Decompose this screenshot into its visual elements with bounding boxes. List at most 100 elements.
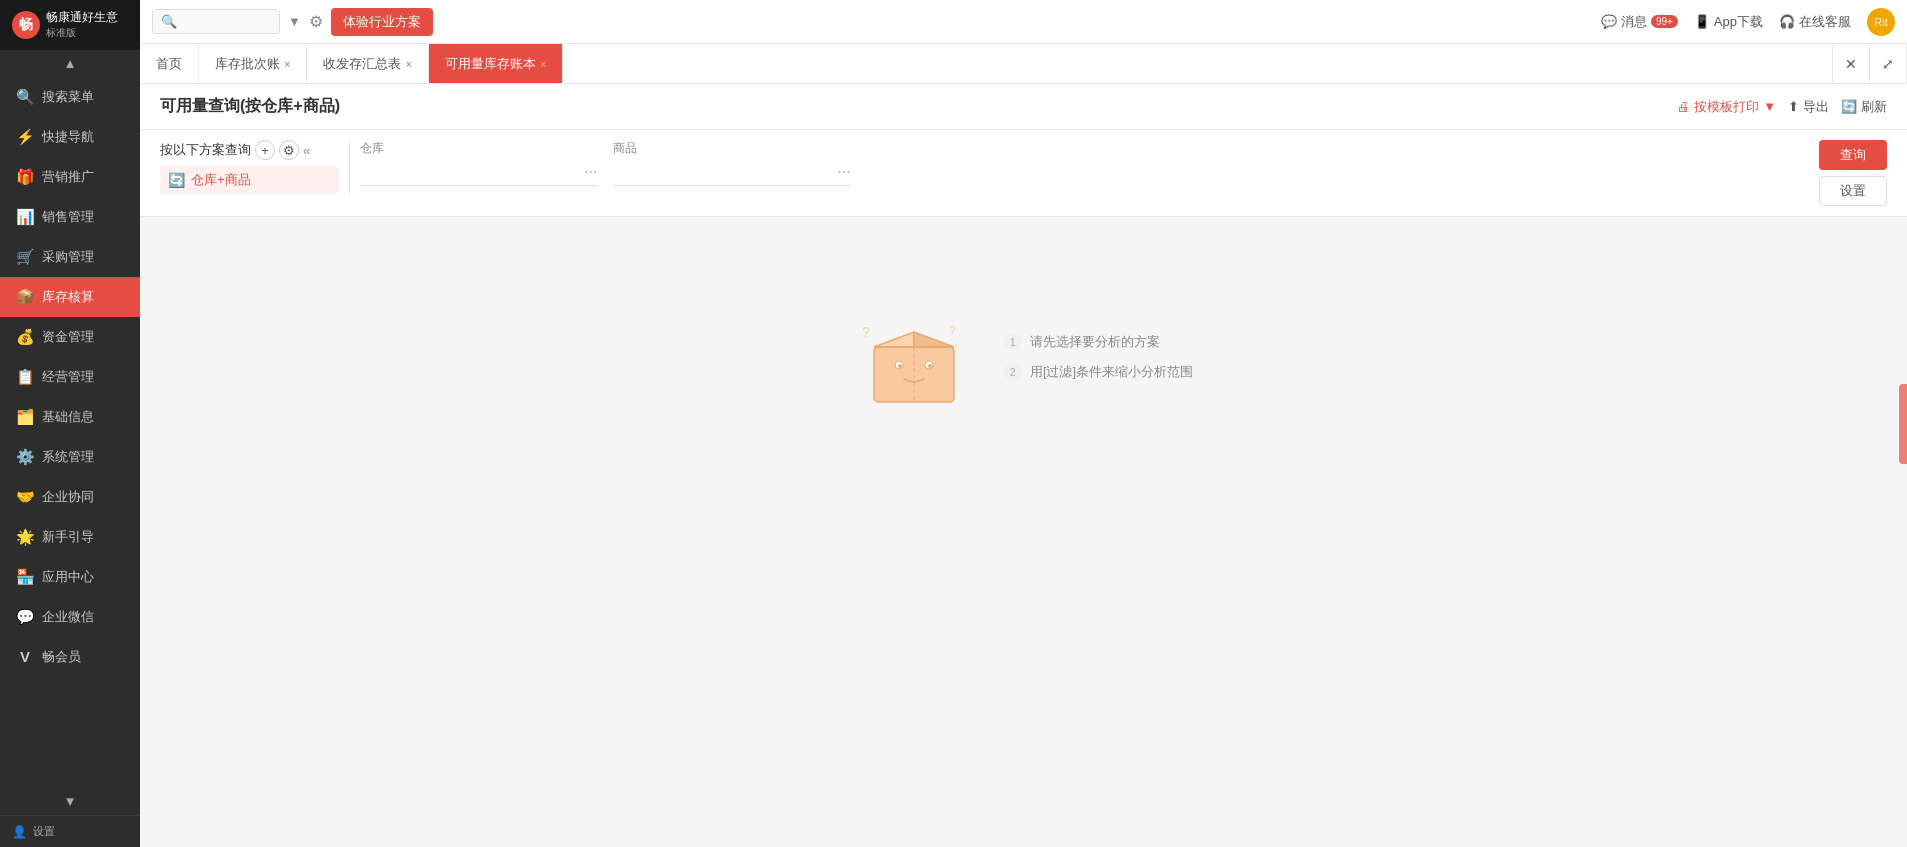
printer-icon: 🖨 [1677,99,1690,114]
right-scrollbar[interactable] [1899,384,1907,464]
sidebar-item-marketing[interactable]: 🎁 营销推广 [0,157,140,197]
page-content: 可用量查询(按仓库+商品) 🖨 按模板打印 ▼ ⬆ 导出 🔄 刷新 [140,84,1907,847]
add-scheme-button[interactable]: + [255,140,275,160]
empty-tip-2: 2 用[过滤]条件来缩小分析范围 [1004,363,1193,381]
app-label: App下载 [1714,13,1763,31]
sidebar-item-inventory[interactable]: 📦 库存核算 [0,277,140,317]
tab-available-label: 可用量库存账本 [445,55,536,73]
filter-actions: 查询 设置 [1819,140,1887,206]
expand-button[interactable]: ⤢ [1870,44,1907,83]
sidebar-item-label: 库存核算 [42,288,94,306]
sidebar-item-sales[interactable]: 📊 销售管理 [0,197,140,237]
sidebar-item-system[interactable]: ⚙️ 系统管理 [0,437,140,477]
tabs-bar: 首页 库存批次账 × 收发存汇总表 × 可用量库存账本 × ✕ ⤢ [140,44,1907,84]
sales-icon: 📊 [16,208,34,226]
headset-icon: 🎧 [1779,14,1795,29]
user-menu[interactable]: Rit [1867,8,1895,36]
search-box[interactable]: 🔍 [152,9,280,34]
sidebar-item-operations[interactable]: 📋 经营管理 [0,357,140,397]
message-badge[interactable]: 💬 消息 99+ [1601,13,1678,31]
sidebar-scroll-up[interactable]: ▲ [0,50,140,77]
sidebar-item-search[interactable]: 🔍 搜索菜单 [0,77,140,117]
topbar: 🔍 ▼ ⚙ 体验行业方案 💬 消息 99+ 📱 App下载 🎧 在线客服 Rit [140,0,1907,44]
message-count: 99+ [1651,15,1678,28]
topbar-actions: 💬 消息 99+ 📱 App下载 🎧 在线客服 Rit [1601,8,1895,36]
tip-text-1: 请先选择要分析的方案 [1030,333,1160,351]
message-icon: 💬 [1601,14,1617,29]
sidebar-item-label: 企业协同 [42,488,94,506]
product-input[interactable] [613,165,833,180]
tabs-right-actions: ✕ ⤢ [1832,44,1907,83]
svg-text:?: ? [862,324,870,340]
operations-icon: 📋 [16,368,34,386]
sidebar-item-basic[interactable]: 🗂️ 基础信息 [0,397,140,437]
sidebar-item-finance[interactable]: 💰 资金管理 [0,317,140,357]
sidebar-item-wechat[interactable]: 💬 企业微信 [0,597,140,637]
sidebar-item-member[interactable]: V 畅会员 [0,637,140,677]
appstore-icon: 🏪 [16,568,34,586]
sidebar-scroll-down[interactable]: ▼ [0,788,140,815]
tab-batch-account[interactable]: 库存批次账 × [199,44,307,83]
avatar: Rit [1867,8,1895,36]
manage-scheme-button[interactable]: ⚙ [279,140,299,160]
sidebar-item-label: 快捷导航 [42,128,94,146]
sidebar-item-shortcut[interactable]: ⚡ 快捷导航 [0,117,140,157]
template-print-button[interactable]: 🖨 按模板打印 ▼ [1677,98,1776,116]
sidebar-user-icon: 👤 [12,825,27,839]
warehouse-input[interactable] [360,165,580,180]
dropdown-arrow-icon[interactable]: ▼ [288,14,301,29]
message-label: 消息 [1621,13,1647,31]
product-field: 商品 ··· [613,140,850,186]
search-input[interactable] [181,15,271,29]
page-header: 可用量查询(按仓库+商品) 🖨 按模板打印 ▼ ⬆ 导出 🔄 刷新 [140,84,1907,130]
tab-home[interactable]: 首页 [140,44,199,83]
logo-title: 畅康通好生意 [46,10,118,26]
settings-button[interactable]: 设置 [1819,176,1887,206]
warehouse-input-wrap: ··· [360,159,597,186]
tab-summary[interactable]: 收发存汇总表 × [307,44,428,83]
export-icon: ⬆ [1788,99,1799,114]
app-download[interactable]: 📱 App下载 [1694,13,1763,31]
wechat-icon: 💬 [16,608,34,626]
svg-text:?: ? [954,343,960,354]
online-service[interactable]: 🎧 在线客服 [1779,13,1851,31]
tab-available[interactable]: 可用量库存账本 × [429,44,563,83]
empty-tip-1: 1 请先选择要分析的方案 [1004,333,1193,351]
tip-number-1: 1 [1004,333,1022,351]
filter-scheme-header: 按以下方案查询 + ⚙ « [160,140,339,160]
sidebar-item-newbie[interactable]: 🌟 新手引导 [0,517,140,557]
sidebar-logo: 畅 畅康通好生意 标准版 [0,0,140,50]
close-icon[interactable]: × [540,58,546,70]
finance-icon: 💰 [16,328,34,346]
sidebar-item-label: 营销推广 [42,168,94,186]
query-button[interactable]: 查询 [1819,140,1887,170]
refresh-button[interactable]: 🔄 刷新 [1841,98,1887,116]
close-icon[interactable]: × [405,58,411,70]
warehouse-field: 仓库 ··· [360,140,597,186]
sidebar-item-purchase[interactable]: 🛒 采购管理 [0,237,140,277]
search-icon: 🔍 [16,88,34,106]
filter-label: 按以下方案查询 [160,141,251,159]
sidebar-item-label: 新手引导 [42,528,94,546]
inventory-icon: 📦 [16,288,34,306]
svg-point-7 [898,364,902,368]
collapse-button[interactable]: « [303,143,310,158]
sidebar-item-label: 经营管理 [42,368,94,386]
close-tab-button[interactable]: ✕ [1833,44,1870,83]
warehouse-more-icon[interactable]: ··· [584,163,597,181]
sidebar-user[interactable]: 👤 设置 [0,815,140,847]
basic-icon: 🗂️ [16,408,34,426]
main-area: 🔍 ▼ ⚙ 体验行业方案 💬 消息 99+ 📱 App下载 🎧 在线客服 Rit [140,0,1907,847]
trial-button[interactable]: 体验行业方案 [331,8,433,36]
newbie-icon: 🌟 [16,528,34,546]
sidebar-item-appstore[interactable]: 🏪 应用中心 [0,557,140,597]
close-icon[interactable]: × [284,58,290,70]
gear-icon[interactable]: ⚙ [309,12,323,31]
product-more-icon[interactable]: ··· [837,163,850,181]
export-button[interactable]: ⬆ 导出 [1788,98,1829,116]
svg-marker-1 [874,332,914,347]
empty-tips: 1 请先选择要分析的方案 2 用[过滤]条件来缩小分析范围 [1004,333,1193,381]
enterprise-icon: 🤝 [16,488,34,506]
scheme-item-warehouse-product[interactable]: 🔄 仓库+商品 [160,166,339,194]
sidebar-item-enterprise[interactable]: 🤝 企业协同 [0,477,140,517]
